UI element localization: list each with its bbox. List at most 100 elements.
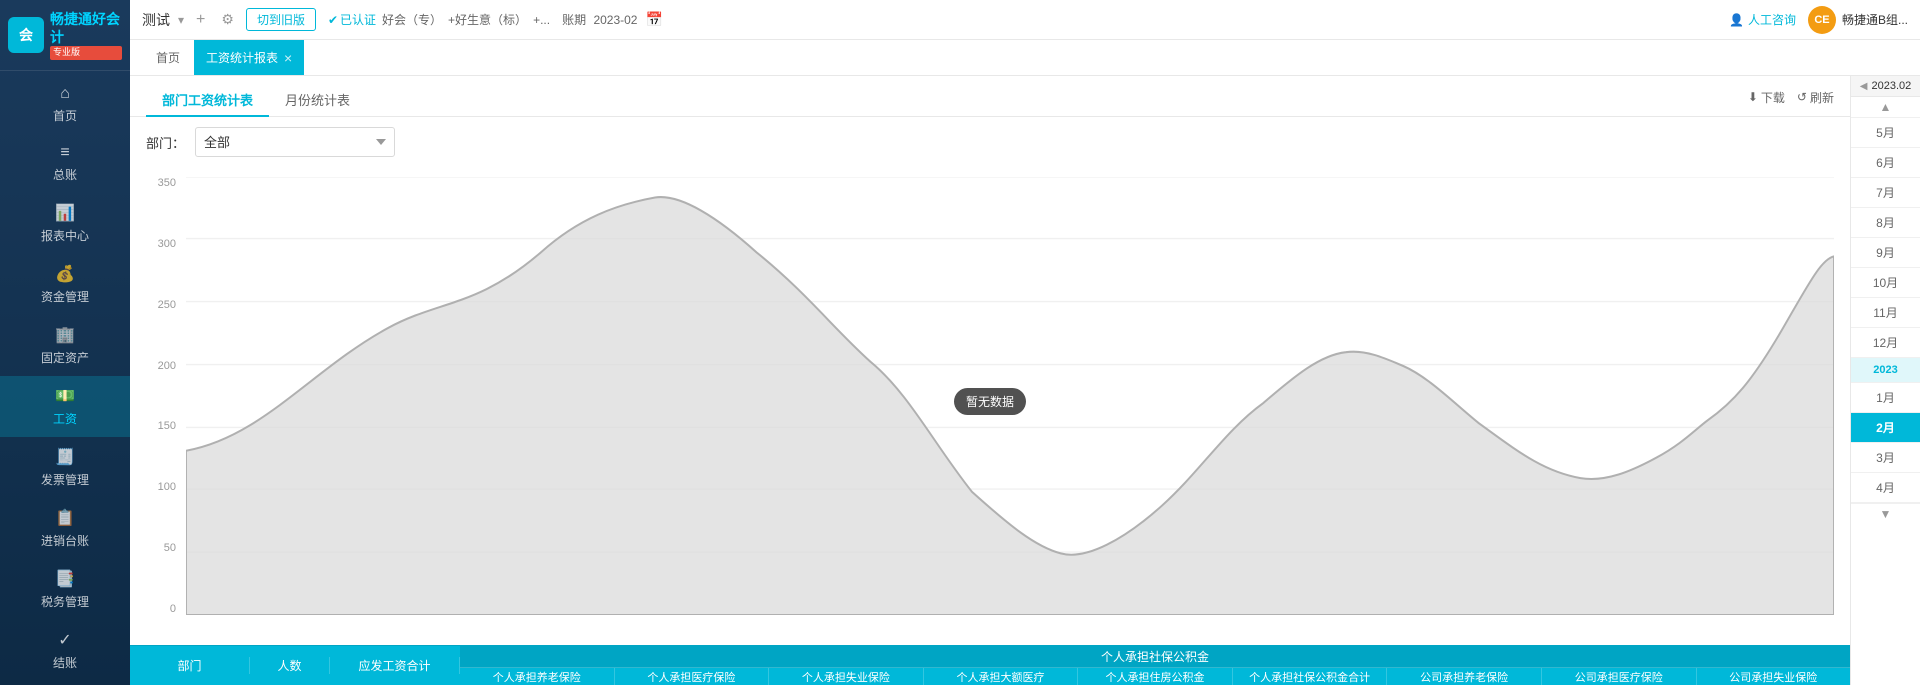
month-nav-down[interactable]: ▼ [1851, 503, 1920, 524]
download-button[interactable]: ⬇ 下载 [1748, 89, 1785, 106]
month-2-active[interactable]: 2月 [1851, 413, 1920, 443]
sidebar-item-reports[interactable]: 📊 报表中心 [0, 193, 130, 254]
sub-tab-actions: ⬇ 下载 ↺ 刷新 [1748, 89, 1834, 112]
personal-social-group: 个人承担社保公积金 个人承担养老保险 个人承担医疗保险 个人承担失业保险 个人承… [460, 646, 1850, 685]
tax-icon: 📑 [55, 569, 75, 589]
col-dept: 部门 [130, 657, 250, 674]
refresh-button[interactable]: ↺ 刷新 [1797, 89, 1834, 106]
month-1[interactable]: 1月 [1851, 383, 1920, 413]
add-icon[interactable]: + [192, 9, 209, 31]
table-footer: 部门 人数 应发工资合计 个人承担社保公积金 个人承担养老保险 个人承担医疗保险… [130, 645, 1850, 685]
sidebar: 会 畅捷通好会计 专业版 ⌂ 首页 ≡ 总账 📊 报表中心 💰 资金管理 🏢 固… [0, 0, 130, 685]
right-panel-year: 2023.02 [1871, 80, 1911, 92]
sidebar-item-closing[interactable]: ✓ 结账 [0, 620, 130, 681]
tab-monthly-salary[interactable]: 月份统计表 [269, 84, 366, 117]
ledger-icon: ≡ [60, 144, 69, 162]
month-7[interactable]: 7月 [1851, 178, 1920, 208]
y-label-150: 150 [146, 420, 176, 432]
chart-container: 350 300 250 200 150 100 50 0 [146, 177, 1834, 645]
y-label-350: 350 [146, 177, 176, 189]
right-panel-months: ▲ 5月 6月 7月 8月 9月 10月 11月 12月 2023 1月 2月 … [1851, 97, 1920, 685]
sidebar-item-label: 税务管理 [41, 593, 89, 610]
tab-close-icon[interactable]: × [284, 51, 292, 65]
calendar-icon[interactable]: 📅 [645, 11, 662, 28]
col-personal-critical: 个人承担大额医疗 [924, 668, 1079, 685]
sidebar-item-label: 资金管理 [41, 288, 89, 305]
y-label-200: 200 [146, 360, 176, 372]
y-label-100: 100 [146, 481, 176, 493]
closing-icon: ✓ [58, 630, 71, 650]
dept-filter-label: 部门： [146, 133, 185, 152]
content-tabs: 首页 工资统计报表 × [130, 40, 1920, 76]
content-area: 部门工资统计表 月份统计表 ⬇ 下载 ↺ 刷新 部门： 全部 [130, 76, 1920, 685]
month-6[interactable]: 6月 [1851, 148, 1920, 178]
sidebar-item-salary[interactable]: 💵 工资 [0, 376, 130, 437]
sidebar-item-label: 报表中心 [41, 227, 89, 244]
month-5[interactable]: 5月 [1851, 118, 1920, 148]
topbar-badges: ✔ 已认证 好会（专） +好生意（标） +... [328, 11, 550, 28]
old-mode-button[interactable]: 切到旧版 [246, 8, 316, 31]
tab-salary-report[interactable]: 工资统计报表 × [194, 40, 304, 75]
chart-area: 350 300 250 200 150 100 50 0 [130, 167, 1850, 645]
sidebar-item-label: 发票管理 [41, 471, 89, 488]
sidebar-logo: 会 畅捷通好会计 专业版 [0, 0, 130, 71]
brand-name: 畅捷通好会计 [50, 10, 122, 46]
user-avatar: CE [1808, 6, 1836, 34]
sidebar-item-label: 固定资产 [41, 349, 89, 366]
month-4[interactable]: 4月 [1851, 473, 1920, 503]
logo-text: 畅捷通好会计 专业版 [50, 10, 122, 60]
month-8[interactable]: 8月 [1851, 208, 1920, 238]
user-name: 畅捷通B组... [1842, 11, 1908, 28]
month-9[interactable]: 9月 [1851, 238, 1920, 268]
badge-good-business: +好生意（标） [448, 11, 527, 28]
col-personal-unemployment: 个人承担失业保险 [769, 668, 924, 685]
sales-icon: 📋 [55, 508, 75, 528]
chart-tooltip: 暂无数据 [954, 388, 1026, 415]
dept-filter-select[interactable]: 全部 销售部 财务部 行政部 技术部 [195, 127, 395, 157]
company-name: 测试 [142, 10, 170, 30]
sidebar-item-label: 总账 [53, 166, 77, 183]
sub-tabs: 部门工资统计表 月份统计表 ⬇ 下载 ↺ 刷新 [130, 76, 1850, 117]
sidebar-item-invoice[interactable]: 🧾 发票管理 [0, 437, 130, 498]
month-nav-up[interactable]: ▲ [1851, 97, 1920, 118]
month-12[interactable]: 12月 [1851, 328, 1920, 358]
sidebar-item-funds[interactable]: 💰 资金管理 [0, 254, 130, 315]
col-personal-total: 个人承担社保公积金合计 [1233, 668, 1388, 685]
period-label: 账期 2023-02 [562, 11, 637, 28]
month-11[interactable]: 11月 [1851, 298, 1920, 328]
sidebar-item-tax[interactable]: 📑 税务管理 [0, 559, 130, 620]
user-menu[interactable]: CE 畅捷通B组... [1808, 6, 1908, 34]
col-personal-medical: 个人承担医疗保险 [615, 668, 770, 685]
col-gross-salary: 应发工资合计 [330, 657, 460, 674]
chevron-up-icon: ▲ [1880, 100, 1892, 114]
tab-home[interactable]: 首页 [142, 40, 194, 75]
right-panel-toggle-icon[interactable]: ◀ [1860, 81, 1868, 92]
y-label-50: 50 [146, 542, 176, 554]
certified-badge: ✔ 已认证 [328, 11, 376, 28]
topbar-right: 👤 人工咨询 CE 畅捷通B组... [1729, 6, 1908, 34]
chevron-down-icon: ▼ [1880, 507, 1892, 521]
chevron-down-icon[interactable]: ▾ [178, 13, 184, 27]
edition-badge: 专业版 [50, 46, 122, 60]
help-button[interactable]: 👤 人工咨询 [1729, 11, 1796, 28]
sidebar-item-archive[interactable]: 📁 归档管理 [0, 681, 130, 685]
tab-dept-salary[interactable]: 部门工资统计表 [146, 84, 269, 117]
sidebar-item-sales[interactable]: 📋 进销台账 [0, 498, 130, 559]
sidebar-item-home[interactable]: ⌂ 首页 [0, 75, 130, 134]
filter-row: 部门： 全部 销售部 财务部 行政部 技术部 [130, 117, 1850, 167]
gear-icon[interactable]: ⚙ [217, 9, 238, 30]
check-icon: ✔ [328, 13, 338, 27]
sidebar-nav: ⌂ 首页 ≡ 总账 📊 报表中心 💰 资金管理 🏢 固定资产 💵 工资 🧾 发票… [0, 71, 130, 685]
personal-social-header: 个人承担社保公积金 [460, 646, 1850, 668]
sidebar-item-label: 结账 [53, 654, 77, 671]
funds-icon: 💰 [55, 264, 75, 284]
month-10[interactable]: 10月 [1851, 268, 1920, 298]
invoice-icon: 🧾 [55, 447, 75, 467]
sidebar-item-ledger[interactable]: ≡ 总账 [0, 134, 130, 193]
month-3[interactable]: 3月 [1851, 443, 1920, 473]
help-icon: 👤 [1729, 13, 1744, 27]
sidebar-item-assets[interactable]: 🏢 固定资产 [0, 315, 130, 376]
col-personal-pension: 个人承担养老保险 [460, 668, 615, 685]
topbar: 测试 ▾ + ⚙ 切到旧版 ✔ 已认证 好会（专） +好生意（标） +... 账… [130, 0, 1920, 40]
y-label-0: 0 [146, 603, 176, 615]
